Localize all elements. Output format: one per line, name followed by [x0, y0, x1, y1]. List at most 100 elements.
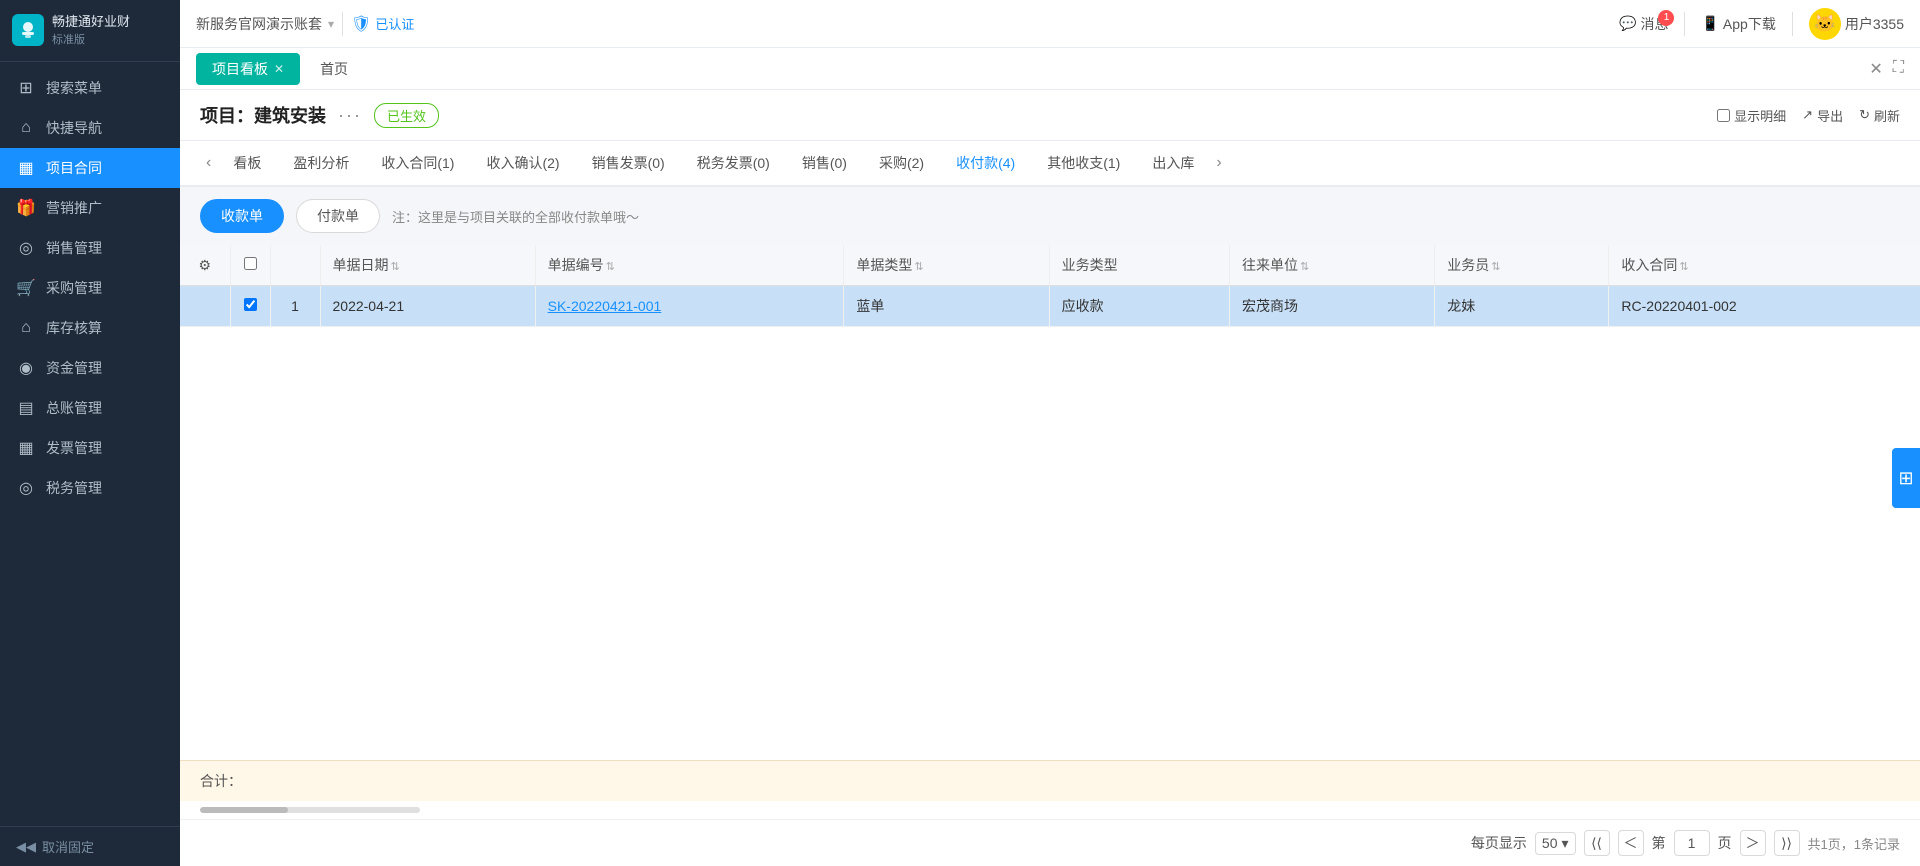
- prev-page-button[interactable]: ＜: [1618, 830, 1644, 856]
- col-type-header[interactable]: 单据类型⇅: [844, 245, 1049, 286]
- chevron-down-icon: ▾: [328, 17, 334, 31]
- col-check-header[interactable]: [230, 245, 270, 286]
- sub-nav-tax-invoice[interactable]: 税务发票(0): [681, 141, 786, 187]
- tab-home[interactable]: 首页: [304, 53, 364, 85]
- float-panel[interactable]: ⊞: [1892, 448, 1920, 508]
- col-biz_type-header: 业务类型: [1049, 245, 1229, 286]
- last-page-button[interactable]: ⟩⟩: [1774, 830, 1800, 856]
- pin-icon: ◀◀: [16, 839, 36, 855]
- sub-nav-other-expense[interactable]: 其他收支(1): [1031, 141, 1136, 187]
- inner-tab-payment[interactable]: 付款单: [296, 199, 380, 233]
- topbar-left: 新服务官网演示账套 ▾ 🛡 已认证: [196, 12, 1619, 36]
- sidebar-unpin[interactable]: ◀◀ 取消固定: [0, 826, 180, 866]
- message-button[interactable]: 💬 消息 1: [1619, 14, 1668, 34]
- tab-project-board[interactable]: 项目看板 ✕: [196, 53, 300, 85]
- sidebar-item-invoice-mgmt[interactable]: ▦发票管理: [0, 428, 180, 468]
- row-num: 1: [270, 286, 320, 327]
- table-wrapper[interactable]: ⚙单据日期⇅单据编号⇅单据类型⇅业务类型往来单位⇅业务员⇅收入合同⇅ 12022…: [180, 245, 1920, 760]
- row-code[interactable]: SK-20220421-001: [535, 286, 844, 327]
- window-close-button[interactable]: ✕: [1869, 59, 1882, 79]
- sidebar-item-search[interactable]: ⊞搜索菜单: [0, 68, 180, 108]
- col-salesperson-header[interactable]: 业务员⇅: [1435, 245, 1609, 286]
- row-checkbox-cell[interactable]: [230, 286, 270, 327]
- sub-nav-kanban[interactable]: 看板: [217, 141, 277, 187]
- tab-label-project-board: 项目看板: [212, 59, 268, 79]
- col-code-header[interactable]: 单据编号⇅: [535, 245, 844, 286]
- sub-nav-payment[interactable]: 收付款(4): [940, 141, 1031, 187]
- last-page-icon: ⟩⟩: [1781, 835, 1792, 852]
- nav-label-purchase-mgmt: 采购管理: [46, 278, 102, 298]
- nav-icon-purchase-mgmt: 🛒: [16, 278, 36, 298]
- table-area: ⚙单据日期⇅单据编号⇅单据类型⇅业务类型往来单位⇅业务员⇅收入合同⇅ 12022…: [180, 245, 1920, 866]
- sub-nav-sales[interactable]: 销售(0): [786, 141, 863, 187]
- row-income-contract: RC-20220401-002: [1609, 286, 1920, 327]
- sidebar-item-capital-mgmt[interactable]: ◉ 资金管理: [0, 348, 180, 388]
- horizontal-scrollbar[interactable]: [200, 807, 420, 813]
- col-date-header[interactable]: 单据日期⇅: [320, 245, 535, 286]
- sidebar-item-tax-mgmt[interactable]: ◎税务管理: [0, 468, 180, 508]
- sidebar-item-inventory[interactable]: ⌂库存核算: [0, 308, 180, 348]
- nav-icon-ledger-mgmt: ▤: [16, 398, 36, 418]
- row-checkbox[interactable]: [244, 298, 257, 311]
- nav-label-tax-mgmt: 税务管理: [46, 478, 102, 498]
- show-detail-input[interactable]: [1717, 109, 1730, 122]
- sub-nav-income-confirm[interactable]: 收入确认(2): [470, 141, 575, 187]
- nav-icon-capital-mgmt: ◉: [16, 358, 36, 378]
- topbar-divider2: [1684, 12, 1685, 36]
- sub-nav-right-arrow[interactable]: ›: [1210, 146, 1227, 180]
- current-page-display: 1: [1674, 830, 1710, 856]
- user-menu[interactable]: 🐱 用户3355: [1809, 8, 1904, 40]
- window-maximize-button[interactable]: ⛶: [1893, 59, 1904, 79]
- topbar-divider3: [1792, 12, 1793, 36]
- row-type: 蓝单: [844, 286, 1049, 327]
- next-page-button[interactable]: ＞: [1740, 830, 1766, 856]
- sub-navigation: ‹ 看板盈利分析收入合同(1)收入确认(2)销售发票(0)税务发票(0)销售(0…: [180, 141, 1920, 187]
- sub-nav-profit-analysis[interactable]: 盈利分析: [277, 141, 365, 187]
- sidebar-item-quick-nav[interactable]: ⌂快捷导航: [0, 108, 180, 148]
- app-download-button[interactable]: 📱 App下载: [1701, 14, 1775, 34]
- sidebar-item-project-contract[interactable]: ▦项目合同: [0, 148, 180, 188]
- sub-nav-income-contract[interactable]: 收入合同(1): [365, 141, 470, 187]
- nav-icon-quick-nav: ⌂: [16, 119, 36, 137]
- account-selector[interactable]: 新服务官网演示账套 ▾: [196, 14, 334, 34]
- more-options-button[interactable]: ···: [338, 105, 362, 126]
- sidebar-item-marketing[interactable]: 🎁营销推广: [0, 188, 180, 228]
- record-link[interactable]: SK-20220421-001: [548, 298, 662, 314]
- row-partner: 宏茂商场: [1229, 286, 1434, 327]
- page-size-select[interactable]: 50 ▾: [1535, 832, 1576, 855]
- project-status-badge: 已生效: [374, 103, 439, 128]
- scrollbar-thumb: [200, 807, 288, 813]
- first-page-icon: ⟨⟨: [1591, 835, 1602, 852]
- export-button[interactable]: ↗ 导出: [1802, 106, 1843, 125]
- settings-icon[interactable]: ⚙: [198, 257, 211, 273]
- nav-label-capital-mgmt: 资金管理: [46, 358, 102, 378]
- topbar: 新服务官网演示账套 ▾ 🛡 已认证 💬 消息 1 📱 App下载 🐱: [180, 0, 1920, 48]
- col-partner-header[interactable]: 往来单位⇅: [1229, 245, 1434, 286]
- records-table: ⚙单据日期⇅单据编号⇅单据类型⇅业务类型往来单位⇅业务员⇅收入合同⇅ 12022…: [180, 245, 1920, 327]
- first-page-button[interactable]: ⟨⟨: [1584, 830, 1610, 856]
- sidebar-item-sales-mgmt[interactable]: ◎销售管理: [0, 228, 180, 268]
- row-biz-type: 应收款: [1049, 286, 1229, 327]
- inner-tab-receipt[interactable]: 收款单: [200, 199, 284, 233]
- col-setting[interactable]: ⚙: [180, 245, 230, 286]
- export-icon: ↗: [1802, 107, 1813, 123]
- sidebar-item-ledger-mgmt[interactable]: ▤总账管理: [0, 388, 180, 428]
- table-row[interactable]: 12022-04-21SK-20220421-001蓝单应收款宏茂商场龙妹RC-…: [180, 286, 1920, 327]
- pagination: 每页显示 50 ▾ ⟨⟨ ＜ 第 1 页 ＞ ⟩⟩: [180, 819, 1920, 866]
- sidebar-item-purchase-mgmt[interactable]: 🛒 采购管理: [0, 268, 180, 308]
- sub-nav-left-arrow[interactable]: ‹: [200, 146, 217, 180]
- refresh-icon: ↻: [1859, 107, 1870, 123]
- topbar-divider: [342, 12, 343, 36]
- tab-close-project-board[interactable]: ✕: [274, 62, 284, 76]
- show-detail-checkbox[interactable]: 显示明细: [1717, 106, 1786, 125]
- nav-icon-invoice-mgmt: ▦: [16, 438, 36, 458]
- sub-nav-in-out[interactable]: 出入库: [1136, 141, 1210, 187]
- select-all-checkbox[interactable]: [244, 257, 257, 270]
- sub-nav-sales-invoice[interactable]: 销售发票(0): [576, 141, 681, 187]
- sub-nav-purchase[interactable]: 采购(2): [863, 141, 940, 187]
- nav-label-marketing: 营销推广: [46, 198, 102, 218]
- refresh-button[interactable]: ↻ 刷新: [1859, 106, 1900, 125]
- col-income_contract-header[interactable]: 收入合同⇅: [1609, 245, 1920, 286]
- app-title-block: 畅捷通好业财 标准版: [52, 14, 130, 47]
- topbar-right: 💬 消息 1 📱 App下载 🐱 用户3355: [1619, 8, 1904, 40]
